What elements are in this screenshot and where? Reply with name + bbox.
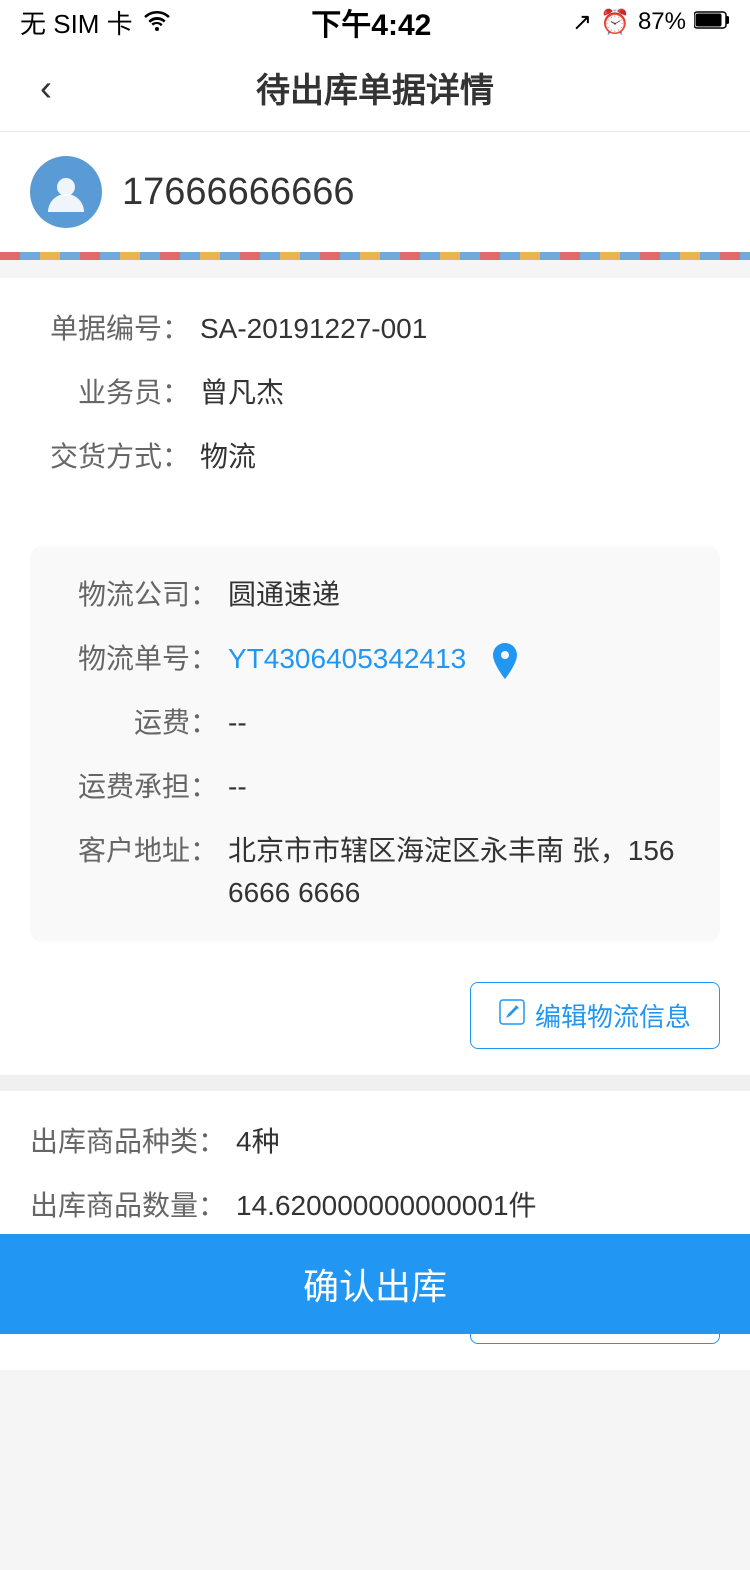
location-status-icon: ↗ bbox=[572, 8, 592, 37]
delivery-label: 交货方式： bbox=[30, 436, 190, 478]
goods-types-value: 4种 bbox=[236, 1121, 720, 1163]
address-value: 北京市市辖区海淀区永丰南 张，156 6666 6666 bbox=[228, 830, 692, 914]
status-right: ↗ ⏰ 87% bbox=[572, 8, 730, 37]
address-row: 客户地址： 北京市市辖区海淀区永丰南 张，156 6666 6666 bbox=[58, 830, 692, 914]
order-no-value: SA-20191227-001 bbox=[200, 308, 720, 350]
salesman-row: 业务员： 曾凡杰 bbox=[30, 372, 720, 414]
order-no-label: 单据编号： bbox=[30, 308, 190, 350]
avatar bbox=[30, 156, 102, 228]
delivery-row: 交货方式： 物流 bbox=[30, 436, 720, 478]
freight-value: -- bbox=[228, 702, 692, 744]
logistics-tracking-value: YT43064053424​13 bbox=[228, 638, 692, 680]
battery-text: 87% bbox=[638, 8, 686, 36]
nav-bar: ‹ 待出库单据详情 bbox=[0, 44, 750, 132]
order-info-section: 单据编号： SA-20191227-001 业务员： 曾凡杰 交货方式： 物流 bbox=[0, 278, 750, 508]
order-no-row: 单据编号： SA-20191227-001 bbox=[30, 308, 720, 350]
freight-bearer-row: 运费承担： -- bbox=[58, 766, 692, 808]
user-phone: 17666666666 bbox=[122, 171, 354, 214]
goods-types-row: 出库商品种类： 4种 bbox=[30, 1121, 720, 1163]
goods-quantity-label: 出库商品数量： bbox=[30, 1185, 226, 1227]
logistics-tracking-label: 物流单号： bbox=[58, 638, 218, 680]
logistics-company-label: 物流公司： bbox=[58, 574, 218, 616]
logistics-section: 物流公司： 圆通速递 物流单号： YT43064053424​13 运费： --… bbox=[0, 508, 750, 962]
status-left: 无 SIM 卡 bbox=[20, 4, 171, 41]
confirm-label: 确认出库 bbox=[303, 1258, 447, 1310]
freight-label: 运费： bbox=[58, 702, 218, 744]
salesman-value: 曾凡杰 bbox=[200, 372, 720, 414]
freight-row: 运费： -- bbox=[58, 702, 692, 744]
gray-separator bbox=[0, 1075, 750, 1091]
page-title: 待出库单据详情 bbox=[256, 63, 494, 112]
goods-section: 出库商品种类： 4种 出库商品数量： 14.620000000000001件 bbox=[0, 1091, 750, 1257]
edit-logistics-label: 编辑物流信息 bbox=[535, 997, 691, 1034]
map-pin-icon[interactable] bbox=[490, 643, 520, 679]
freight-bearer-label: 运费承担： bbox=[58, 766, 218, 808]
alarm-icon: ⏰ bbox=[600, 8, 630, 37]
logistics-tracking-row: 物流单号： YT43064053424​13 bbox=[58, 638, 692, 680]
logistics-company-row: 物流公司： 圆通速递 bbox=[58, 574, 692, 616]
edit-btn-row: 编辑物流信息 bbox=[0, 962, 750, 1075]
status-bar: 无 SIM 卡 下午4:42 ↗ ⏰ 87% bbox=[0, 0, 750, 44]
carrier-text: 无 SIM 卡 bbox=[20, 4, 133, 41]
address-label: 客户地址： bbox=[58, 830, 218, 872]
battery-icon bbox=[694, 8, 730, 36]
confirm-button[interactable]: 确认出库 bbox=[0, 1234, 750, 1334]
dashed-divider bbox=[0, 252, 750, 260]
bottom-spacer bbox=[0, 1370, 750, 1570]
goods-types-label: 出库商品种类： bbox=[30, 1121, 226, 1163]
wifi-icon bbox=[143, 7, 171, 38]
back-button[interactable]: ‹ bbox=[30, 57, 62, 119]
edit-logistics-button[interactable]: 编辑物流信息 bbox=[470, 982, 720, 1049]
status-time: 下午4:42 bbox=[311, 0, 431, 44]
freight-bearer-value: -- bbox=[228, 766, 692, 808]
goods-quantity-value: 14.620000000000001件 bbox=[236, 1185, 720, 1227]
goods-quantity-row: 出库商品数量： 14.620000000000001件 bbox=[30, 1185, 720, 1227]
logistics-card: 物流公司： 圆通速递 物流单号： YT43064053424​13 运费： --… bbox=[30, 546, 720, 942]
edit-icon bbox=[499, 999, 525, 1032]
logistics-company-value: 圆通速递 bbox=[228, 574, 692, 616]
salesman-label: 业务员： bbox=[30, 372, 190, 414]
delivery-value: 物流 bbox=[200, 436, 720, 478]
user-header: 17666666666 bbox=[0, 132, 750, 252]
